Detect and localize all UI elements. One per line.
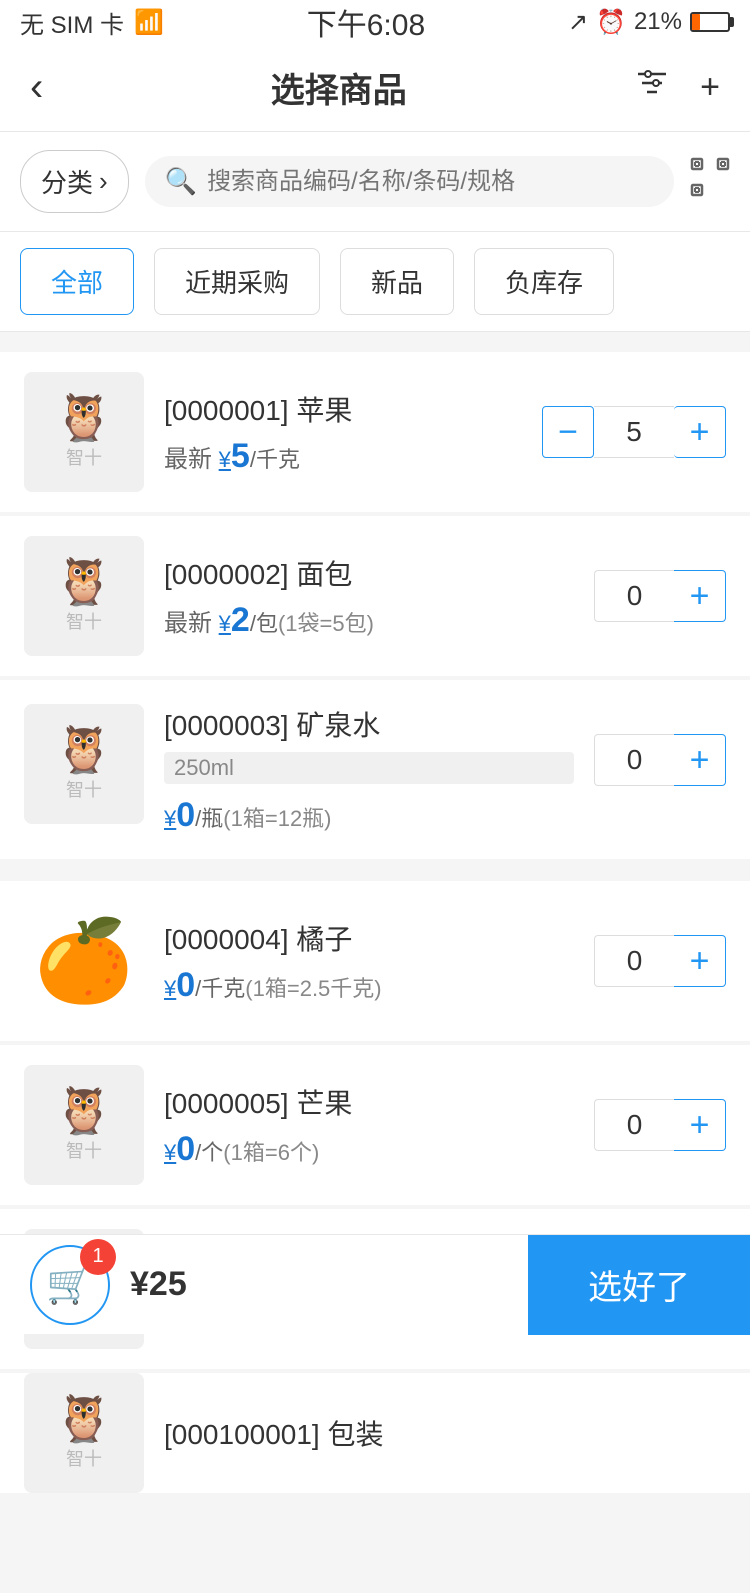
placeholder-logo: 🦉 智十 <box>55 1087 112 1163</box>
product-price: 最新 ¥2/包(1袋=5包) <box>164 601 574 640</box>
bottom-bar: 🛒 1 ¥25 选好了 <box>0 1234 750 1334</box>
increase-button[interactable]: + <box>674 406 726 458</box>
price-prefix: 最新 <box>164 446 219 473</box>
product-spec: 250ml <box>164 752 574 784</box>
filter-button[interactable] <box>634 66 670 109</box>
product-control: − + <box>542 406 726 458</box>
product-image: 🦉 智十 <box>24 1373 144 1493</box>
alarm-icon: ⏰ <box>596 8 626 37</box>
nav-bar: ‹ 选择商品 + <box>0 44 750 132</box>
placeholder-logo: 🦉 智十 <box>55 394 112 470</box>
list-item: 🦉 智十 [0000003] 矿泉水 250ml ¥0/瓶(1箱=12瓶) + <box>0 680 750 859</box>
wifi-icon: 📶 <box>134 8 164 37</box>
product-price: ¥0/个(1箱=6个) <box>164 1130 574 1169</box>
list-item: 🦉 智十 [0000001] 苹果 最新 ¥5/千克 − + <box>0 352 750 512</box>
list-item: 🦉 智十 [0000005] 芒果 ¥0/个(1箱=6个) + <box>0 1045 750 1205</box>
add-button[interactable]: + <box>700 68 720 107</box>
increase-button[interactable]: + <box>674 1099 726 1151</box>
tab-all[interactable]: 全部 <box>20 248 134 315</box>
quantity-input[interactable] <box>594 1099 674 1151</box>
product-name: [0000001] 苹果 <box>164 389 522 429</box>
product-price: 最新 ¥5/千克 <box>164 437 522 476</box>
status-left: 无 SIM 卡 📶 <box>20 5 164 40</box>
status-right: ↗ ⏰ 21% <box>568 8 730 37</box>
page-title: 选择商品 <box>271 63 407 112</box>
tab-recent[interactable]: 近期采购 <box>154 248 320 315</box>
search-bar: 🔍 <box>145 156 674 207</box>
status-time: 下午6:08 <box>307 0 425 44</box>
product-image-oranges: 🍊 <box>24 901 144 1021</box>
product-image: 🦉 智十 <box>24 1065 144 1185</box>
category-button[interactable]: 分类 › <box>20 150 129 213</box>
cart-button[interactable]: 🛒 1 <box>30 1245 110 1325</box>
product-price: ¥0/千克(1箱=2.5千克) <box>164 966 574 1005</box>
category-label: 分类 <box>41 163 93 200</box>
tab-negative-stock[interactable]: 负库存 <box>474 248 614 315</box>
list-item: 🍊 [0000004] 橘子 ¥0/千克(1箱=2.5千克) + <box>0 881 750 1041</box>
cart-total: ¥25 <box>130 1265 187 1304</box>
tab-new[interactable]: 新品 <box>340 248 454 315</box>
battery-icon <box>690 12 730 32</box>
product-name: [000100001] 包装 <box>164 1413 706 1453</box>
placeholder-logo: 🦉 智十 <box>55 558 112 634</box>
nav-actions: + <box>634 66 720 109</box>
product-name: [0000004] 橘子 <box>164 918 574 958</box>
confirm-button[interactable]: 选好了 <box>528 1235 750 1335</box>
decrease-button[interactable]: − <box>542 406 594 458</box>
product-info: [0000001] 苹果 最新 ¥5/千克 <box>144 389 542 476</box>
category-chevron: › <box>99 166 108 197</box>
increase-button[interactable]: + <box>674 935 726 987</box>
quantity-input[interactable] <box>594 406 674 458</box>
product-info: [0000004] 橘子 ¥0/千克(1箱=2.5千克) <box>144 918 594 1005</box>
increase-button[interactable]: + <box>674 570 726 622</box>
product-name: [0000002] 面包 <box>164 553 574 593</box>
product-info: [0000002] 面包 最新 ¥2/包(1袋=5包) <box>144 553 594 640</box>
product-control: + <box>594 570 726 622</box>
search-icon: 🔍 <box>165 166 197 197</box>
product-info: [000100001] 包装 <box>144 1413 726 1453</box>
cart-area: 🛒 1 ¥25 <box>0 1245 528 1325</box>
list-item: 🦉 智十 [0000002] 面包 最新 ¥2/包(1袋=5包) + <box>0 516 750 676</box>
product-image: 🦉 智十 <box>24 704 144 824</box>
product-info: [0000005] 芒果 ¥0/个(1箱=6个) <box>144 1082 594 1169</box>
product-name: [0000003] 矿泉水 <box>164 704 574 744</box>
battery-percent: 21% <box>634 8 682 36</box>
product-info: [0000003] 矿泉水 250ml ¥0/瓶(1箱=12瓶) <box>144 704 594 835</box>
filter-tabs: 全部 近期采购 新品 负库存 <box>0 232 750 332</box>
product-image: 🦉 智十 <box>24 536 144 656</box>
placeholder-logo: 🦉 智十 <box>55 1395 112 1471</box>
placeholder-logo: 🦉 智十 <box>55 726 112 802</box>
scan-button[interactable] <box>690 157 730 206</box>
product-price: ¥0/瓶(1箱=12瓶) <box>164 796 574 835</box>
back-button[interactable]: ‹ <box>30 65 43 110</box>
location-icon: ↗ <box>568 8 588 37</box>
quantity-input[interactable] <box>594 935 674 987</box>
status-bar: 无 SIM 卡 📶 下午6:08 ↗ ⏰ 21% <box>0 0 750 44</box>
carrier-label: 无 SIM 卡 <box>20 5 124 40</box>
list-item: 🦉 智十 [000100001] 包装 <box>0 1373 750 1493</box>
price-prefix: 最新 <box>164 610 219 637</box>
cart-badge: 1 <box>80 1239 116 1275</box>
quantity-input[interactable] <box>594 734 674 786</box>
product-control: + <box>594 734 726 786</box>
product-name: [0000005] 芒果 <box>164 1082 574 1122</box>
product-image: 🦉 智十 <box>24 372 144 492</box>
increase-button[interactable]: + <box>674 734 726 786</box>
search-input[interactable] <box>207 168 654 196</box>
quantity-input[interactable] <box>594 570 674 622</box>
toolbar: 分类 › 🔍 <box>0 132 750 232</box>
product-control: + <box>594 1099 726 1151</box>
product-control: + <box>594 935 726 987</box>
